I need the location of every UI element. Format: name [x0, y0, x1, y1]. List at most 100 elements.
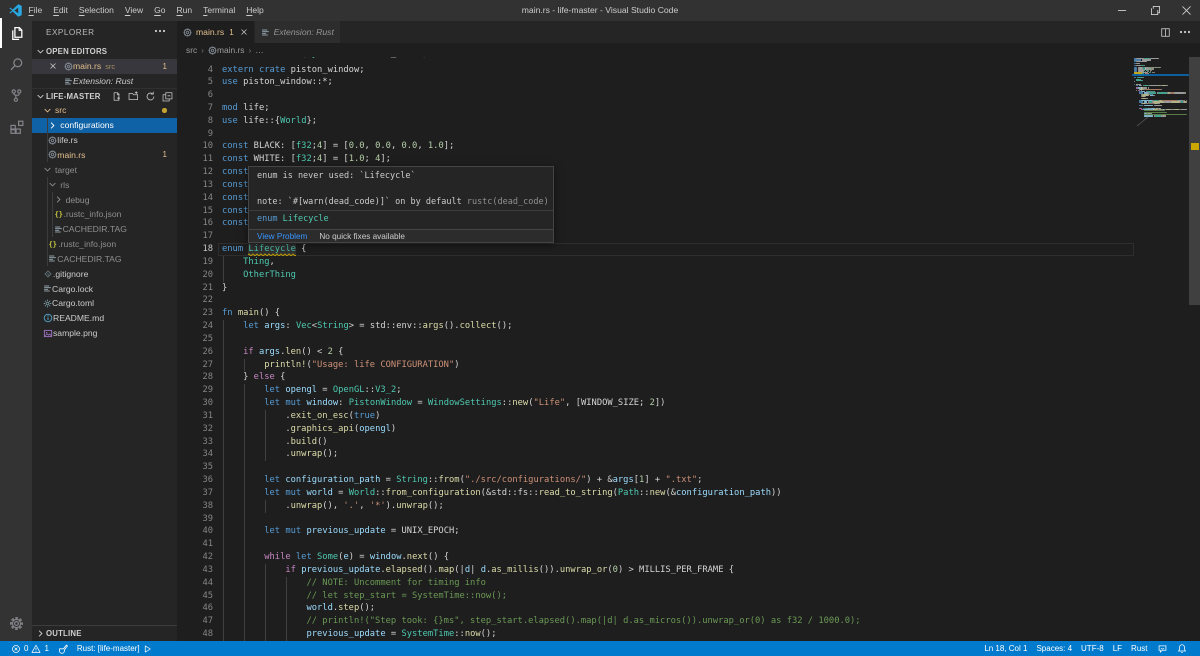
new-folder-icon[interactable] — [128, 91, 139, 102]
breadcrumb-main-rs[interactable]: main.rs — [208, 45, 244, 55]
code-token: ] = [ — [322, 141, 348, 151]
close-tab-icon[interactable] — [240, 28, 248, 36]
close-window-button[interactable] — [1169, 0, 1200, 21]
tab-extension-rust[interactable]: Extension: Rust — [255, 21, 341, 43]
activity-manage[interactable] — [0, 608, 32, 638]
tree-file-sample-png[interactable]: sample.png — [32, 326, 177, 341]
outline-header[interactable]: OUTLINE — [32, 625, 177, 640]
status-notifications[interactable] — [1172, 641, 1191, 656]
code-token: previous_update — [306, 526, 385, 536]
menu-help[interactable]: Help — [241, 0, 269, 21]
tree-folder-configurations[interactable]: configurations — [32, 118, 177, 133]
status-rls-status[interactable] — [53, 641, 73, 656]
menu-view[interactable]: View — [119, 0, 148, 21]
code-token: unwrap — [396, 501, 428, 511]
maximize-button[interactable] — [1138, 0, 1172, 21]
status-eol[interactable]: LF — [1108, 641, 1126, 656]
editor-group: main.rs1Extension: Rust src›main.rs›… 3u… — [177, 21, 1200, 641]
menu-selection[interactable]: Selection — [73, 0, 119, 21]
activity-source-control[interactable] — [0, 80, 32, 110]
indent-guide — [244, 513, 245, 526]
status-language-mode[interactable]: Rust — [1127, 641, 1152, 656]
breadcrumb-src[interactable]: src — [186, 45, 197, 55]
breadcrumb--[interactable]: … — [255, 45, 263, 55]
code-token: // let step_start = SystemTime::now(); — [306, 591, 507, 601]
tree-file-life-rs[interactable]: life.rs — [32, 133, 177, 148]
tree-file--gitignore[interactable]: .gitignore — [32, 266, 177, 281]
code-token: ) — [391, 424, 396, 434]
scrollbar-slider[interactable] — [1189, 57, 1200, 305]
activity-search[interactable] — [0, 49, 32, 79]
code-token — [222, 578, 306, 588]
status-encoding[interactable]: UTF-8 — [1077, 641, 1109, 656]
tree-file-cargo-lock[interactable]: Cargo.lock — [32, 281, 177, 296]
line-number: 39 — [177, 513, 213, 526]
refresh-icon[interactable] — [145, 91, 156, 102]
split-editor-icon[interactable] — [1160, 27, 1171, 38]
code-token: :: — [502, 398, 513, 408]
hover-tooltip: enum is never used: `Lifecycle` note: `#… — [248, 166, 554, 243]
code-token: fn — [222, 308, 233, 318]
line-number: 27 — [177, 359, 213, 372]
code-line: .graphics_api(opengl) — [222, 423, 396, 436]
tree-file--rustc-info-json[interactable]: {}.rustc_info.json — [32, 237, 177, 252]
code-token: ".txt" — [665, 475, 697, 485]
view-problem-link[interactable]: View Problem — [257, 232, 307, 241]
code-token: } — [222, 283, 227, 293]
minimap-line — [1136, 61, 1147, 62]
code-token — [222, 385, 264, 395]
code-line: .unwrap(), '.', '*').unwrap(); — [222, 500, 444, 513]
status-cursor-position[interactable]: Ln 18, Col 1 — [980, 641, 1032, 656]
line-number: 21 — [177, 282, 213, 295]
status-indentation[interactable]: Spaces: 4 — [1032, 641, 1077, 656]
open-editor-item[interactable]: Extension: Rust — [32, 74, 177, 89]
menu-edit[interactable]: Edit — [48, 0, 74, 21]
tree-file-cargo-toml[interactable]: Cargo.toml — [32, 296, 177, 311]
status-rust-project[interactable]: Rust: [life-master] — [73, 641, 156, 656]
activity-extensions[interactable] — [0, 111, 32, 141]
tree-folder-src[interactable]: src — [32, 103, 177, 118]
collapse-all-icon[interactable] — [162, 91, 173, 102]
code-line: Thing, — [222, 256, 275, 269]
code-area[interactable]: 3use std::time::{SystemTime, UNIX_EPOCH}… — [177, 57, 1200, 641]
new-file-icon[interactable] — [111, 91, 122, 102]
line-number: 24 — [177, 320, 213, 333]
open-editors-header[interactable]: OPEN EDITORS — [32, 44, 177, 59]
activity-explorer[interactable] — [0, 18, 32, 48]
tree-file-main-rs[interactable]: main.rs1 — [32, 148, 177, 163]
tree-folder-debug[interactable]: debug — [32, 192, 177, 207]
tree-folder-rls[interactable]: rls — [32, 177, 177, 192]
tab-main-rs[interactable]: main.rs1 — [177, 21, 255, 43]
code-token: ) + & — [586, 475, 612, 485]
tree-file-cachedir-tag[interactable]: CACHEDIR.TAG — [32, 222, 177, 237]
folder-section-header[interactable]: LIFE-MASTER — [32, 88, 177, 103]
more-actions-icon[interactable] — [1179, 30, 1191, 34]
menu-go[interactable]: Go — [149, 0, 171, 21]
more-actions-icon[interactable] — [154, 29, 166, 33]
tab-problems-badge: 1 — [229, 28, 233, 37]
pipe-icon — [57, 643, 69, 654]
close-editor-icon[interactable] — [49, 62, 64, 70]
menu-terminal[interactable]: Terminal — [198, 0, 241, 21]
status-feedback[interactable] — [1152, 641, 1172, 656]
line-number: 34 — [177, 448, 213, 461]
explorer-icon — [8, 25, 25, 42]
menu-run[interactable]: Run — [171, 0, 198, 21]
code-token: } — [222, 372, 254, 382]
tree-file-cachedir-tag[interactable]: CACHEDIR.TAG — [32, 252, 177, 267]
tree-file--rustc-info-json[interactable]: {}.rustc_info.json — [32, 207, 177, 222]
breadcrumbs[interactable]: src›main.rs›… — [177, 43, 1200, 57]
code-line: let args: Vec<String> = std::env::args()… — [222, 320, 512, 333]
open-editor-item[interactable]: main.rssrc1 — [32, 59, 177, 74]
line-number: 14 — [177, 192, 213, 205]
warning-icon — [31, 644, 41, 654]
code-token: , — [365, 141, 376, 151]
menu-mnemonic: G — [154, 5, 161, 15]
tree-folder-target[interactable]: target — [32, 162, 177, 177]
tree-item-label: life.rs — [57, 135, 78, 145]
code-token: ]; — [380, 154, 391, 164]
tree-file-readme-md[interactable]: README.md — [32, 311, 177, 326]
sidebar-more-actions-icon[interactable] — [154, 29, 166, 33]
minimize-button[interactable] — [1105, 0, 1139, 21]
status-problems[interactable]: 01 — [7, 641, 53, 656]
